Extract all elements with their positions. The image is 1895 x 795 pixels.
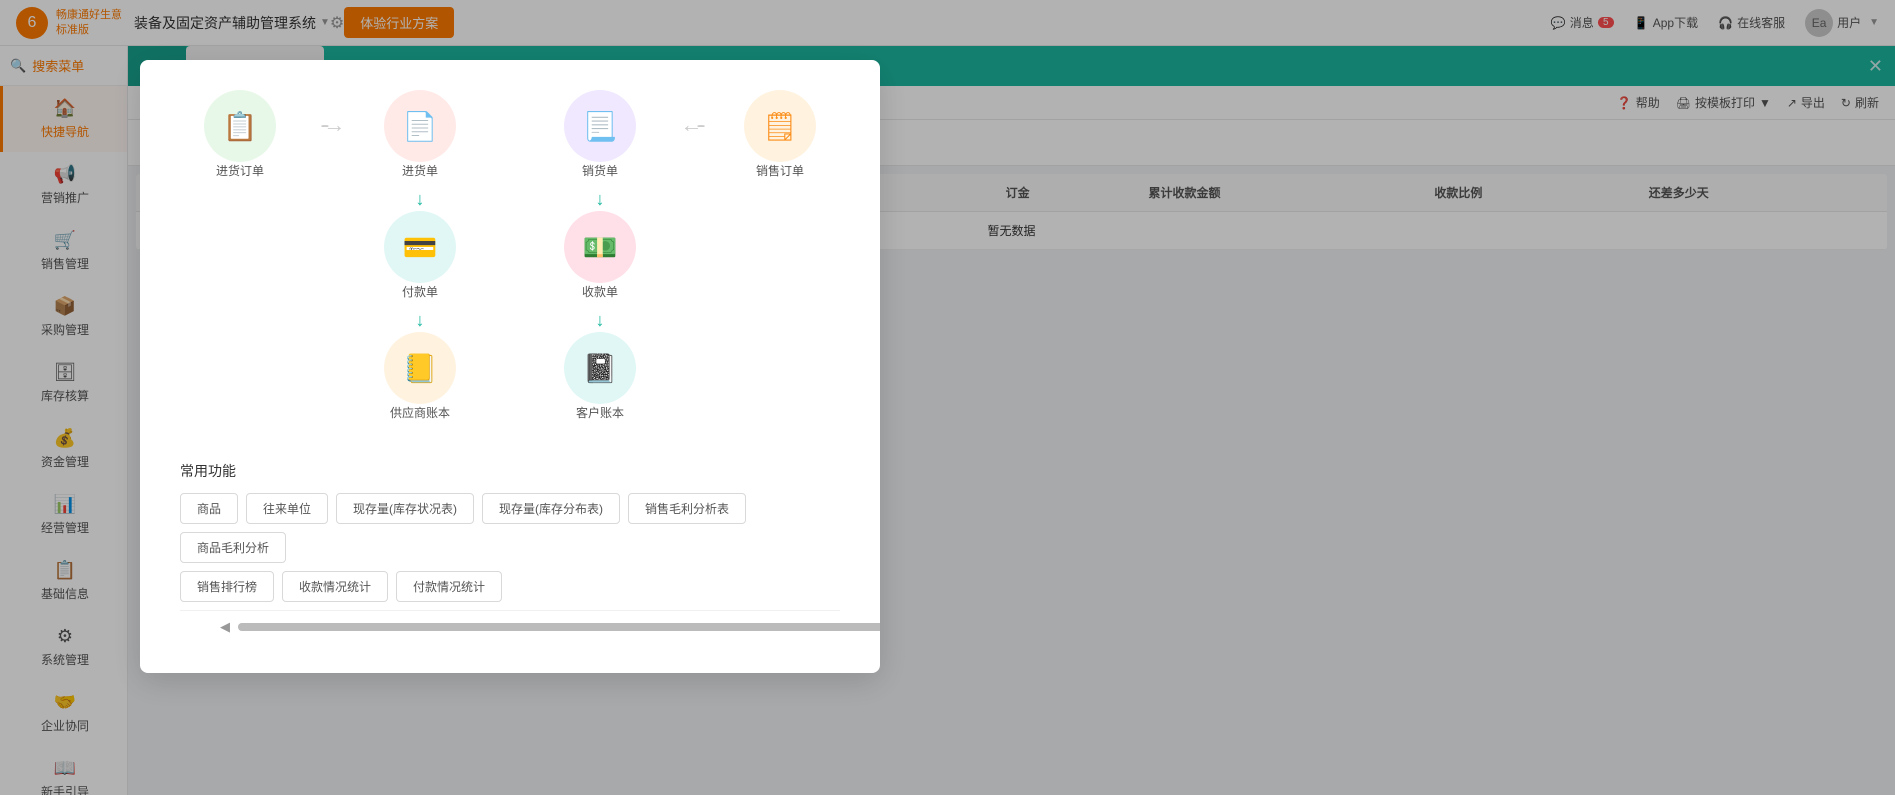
common-functions-title: 常用功能	[180, 461, 840, 481]
content-area: 首页 销售订单执行表 × ✕ ❓ 帮助	[128, 46, 1895, 795]
func-btn-stock-dist[interactable]: 现存量(库存分布表)	[482, 493, 620, 524]
modal-overlay[interactable]: 📋 进货订单 - - → 📄 进货单	[128, 46, 1895, 795]
arrow-left-1: ← - -	[660, 112, 720, 158]
flow-node-sales-order[interactable]: 🗒 销售订单	[720, 90, 840, 179]
flow-node-customer-account[interactable]: 📓 客户账本	[540, 332, 660, 421]
modal-content: 📋 进货订单 - - → 📄 进货单	[140, 60, 880, 673]
flow-node-purchase-order[interactable]: 📋 进货订单	[180, 90, 300, 179]
down-arrow-purchase: ↓	[360, 189, 480, 210]
down-arrow-sales: ↓	[540, 189, 660, 210]
func-buttons-row1: 商品 往来单位 现存量(库存状况表) 现存量(库存分布表) 销售毛利分析表 商品…	[180, 493, 840, 563]
arrow-right-1: - - →	[300, 112, 360, 158]
purchase-order-label: 进货订单	[216, 162, 264, 179]
supplier-account-label: 供应商账本	[390, 404, 450, 421]
scroll-track[interactable]	[238, 623, 880, 631]
scroll-bar-area: ◀ ▶	[180, 610, 840, 643]
scroll-thumb	[238, 623, 880, 631]
func-btn-sales-ranking[interactable]: 销售排行榜	[180, 571, 274, 602]
func-btn-partner[interactable]: 往来单位	[246, 493, 328, 524]
func-btn-sales-margin[interactable]: 销售毛利分析表	[628, 493, 746, 524]
func-btn-payment-stats[interactable]: 付款情况统计	[396, 571, 502, 602]
sales-bill-circle: 📃	[564, 90, 636, 162]
sales-bill-label: 销货单	[582, 162, 618, 179]
flow-diagram: 📋 进货订单 - - → 📄 进货单	[180, 90, 840, 441]
flow-node-sales-bill[interactable]: 📃 销货单	[540, 90, 660, 179]
down-arrow-receipt: ↓	[540, 310, 660, 331]
customer-account-circle: 📓	[564, 332, 636, 404]
common-functions: 常用功能 商品 往来单位 现存量(库存状况表) 现存量(库存分布表) 销售毛利分…	[180, 461, 840, 602]
flow-node-purchase-bill[interactable]: 📄 进货单	[360, 90, 480, 179]
payment-bill-label: 付款单	[402, 283, 438, 300]
payment-bill-circle: 💳	[384, 211, 456, 283]
app-container: 6 畅康通好生意 标准版 装备及固定资产辅助管理系统 ▼ ⚙ 体验行业方案 💬 …	[0, 0, 1895, 795]
flow-modal: 📋 进货订单 - - → 📄 进货单	[140, 60, 880, 673]
func-buttons-row2: 销售排行榜 收款情况统计 付款情况统计	[180, 571, 840, 602]
receipt-bill-label: 收款单	[582, 283, 618, 300]
purchase-bill-circle: 📄	[384, 90, 456, 162]
func-btn-product[interactable]: 商品	[180, 493, 238, 524]
customer-account-label: 客户账本	[576, 404, 624, 421]
flow-node-supplier-account[interactable]: 📒 供应商账本	[360, 332, 480, 421]
spacer-1	[480, 125, 540, 145]
sales-order-circle: 🗒	[744, 90, 816, 162]
flow-node-payment-bill[interactable]: 💳 付款单	[360, 211, 480, 300]
scroll-left-arrow[interactable]: ◀	[220, 619, 230, 635]
sales-order-label: 销售订单	[756, 162, 804, 179]
purchase-order-circle: 📋	[204, 90, 276, 162]
main-area: 🔍 搜索菜单 🏠 快捷导航 📢 营销推广 🛒 销售管理 📦	[0, 46, 1895, 795]
func-btn-stock-status[interactable]: 现存量(库存状况表)	[336, 493, 474, 524]
func-btn-product-margin[interactable]: 商品毛利分析	[180, 532, 286, 563]
func-btn-receipt-stats[interactable]: 收款情况统计	[282, 571, 388, 602]
down-arrow-payment: ↓	[360, 310, 480, 331]
supplier-account-circle: 📒	[384, 332, 456, 404]
receipt-bill-circle: 💵	[564, 211, 636, 283]
purchase-bill-label: 进货单	[402, 162, 438, 179]
flow-node-receipt-bill[interactable]: 💵 收款单	[540, 211, 660, 300]
